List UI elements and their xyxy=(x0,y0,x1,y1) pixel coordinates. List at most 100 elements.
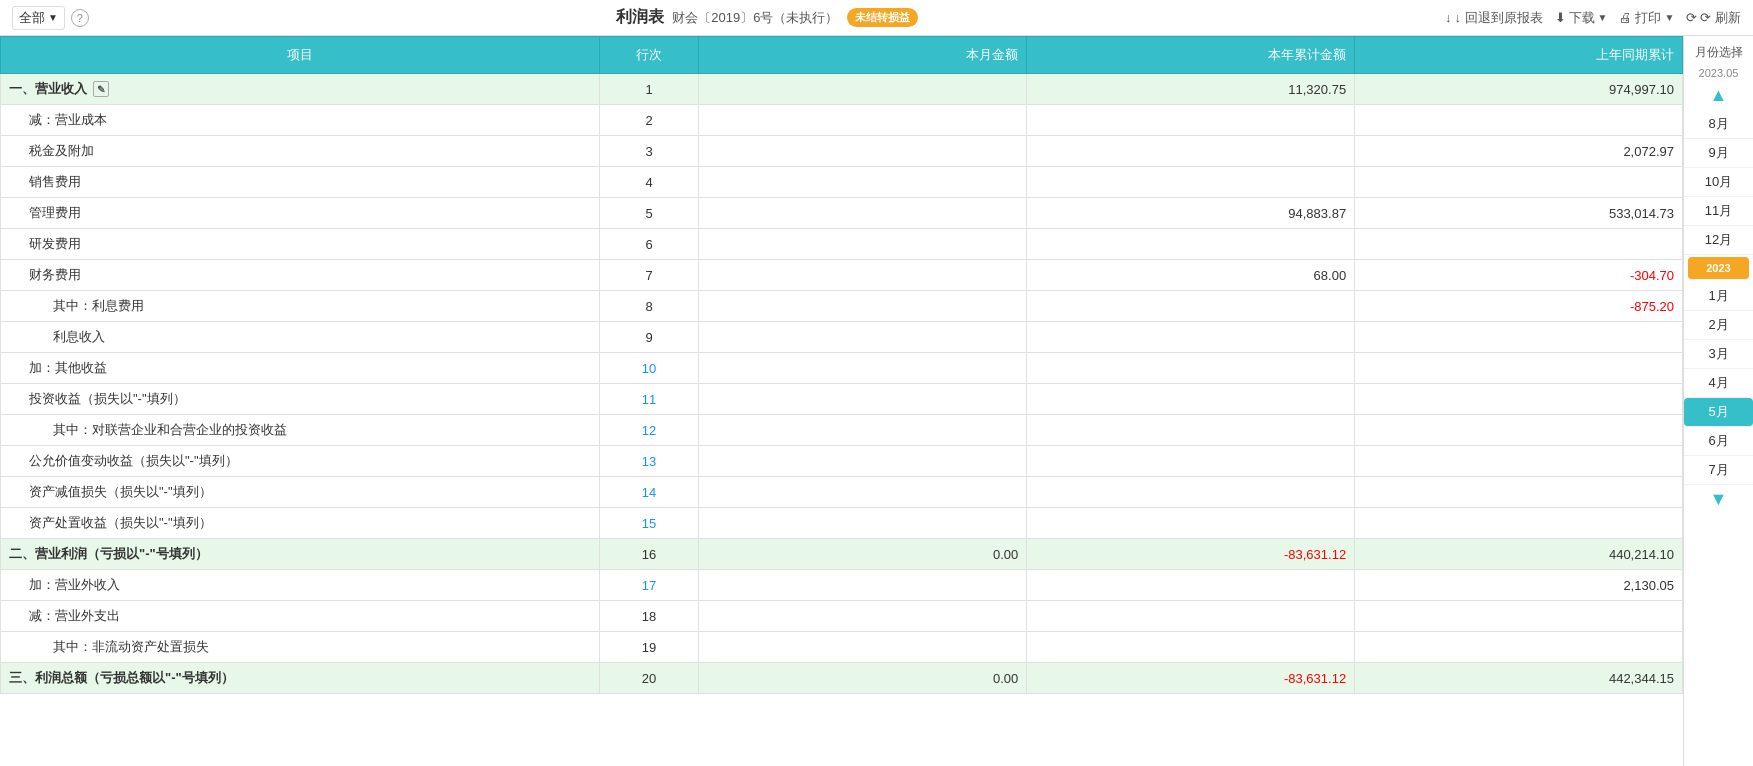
badge-unreleased[interactable]: 未结转损益 xyxy=(847,8,918,27)
cell-item: 减：营业外支出 xyxy=(1,601,600,632)
month-item[interactable]: 12月 xyxy=(1684,226,1753,255)
download-label: 下载 xyxy=(1569,9,1595,27)
cell-year xyxy=(1027,105,1355,136)
cell-month xyxy=(699,198,1027,229)
cell-row-num: 14 xyxy=(599,477,699,508)
cell-prev xyxy=(1355,229,1683,260)
refresh-button[interactable]: ⟳ ⟳ 刷新 xyxy=(1686,9,1741,27)
cell-row-num: 20 xyxy=(599,663,699,694)
back-button[interactable]: ↓ ↓ 回退到原报表 xyxy=(1445,9,1543,27)
table-row: 税金及附加32,072.97 xyxy=(1,136,1683,167)
month-item[interactable]: 10月 xyxy=(1684,168,1753,197)
month-item[interactable]: 9月 xyxy=(1684,139,1753,168)
cell-year: 68.00 xyxy=(1027,260,1355,291)
cell-row-num: 19 xyxy=(599,632,699,663)
month-item[interactable]: 2023 xyxy=(1688,257,1749,280)
cell-row-num: 9 xyxy=(599,322,699,353)
table-row: 投资收益（损失以"-"填列）11 xyxy=(1,384,1683,415)
header-row: 行次 xyxy=(599,37,699,74)
cell-row-num: 10 xyxy=(599,353,699,384)
cell-prev xyxy=(1355,508,1683,539)
scope-dropdown-icon: ▼ xyxy=(48,12,58,23)
download-dropdown-icon: ▼ xyxy=(1598,12,1608,23)
edit-icon[interactable]: ✎ xyxy=(93,81,109,97)
table-row: 一、营业收入✎111,320.75974,997.10 xyxy=(1,74,1683,105)
cell-item: 管理费用 xyxy=(1,198,600,229)
cell-row-num: 16 xyxy=(599,539,699,570)
table-body: 一、营业收入✎111,320.75974,997.10减：营业成本2税金及附加3… xyxy=(1,74,1683,694)
cell-year xyxy=(1027,353,1355,384)
cell-item: 资产减值损失（损失以"-"填列） xyxy=(1,477,600,508)
cell-prev xyxy=(1355,601,1683,632)
cell-year xyxy=(1027,384,1355,415)
cell-year xyxy=(1027,229,1355,260)
header-year: 本年累计金额 xyxy=(1027,37,1355,74)
cell-item: 三、利润总额（亏损总额以"-"号填列） xyxy=(1,663,600,694)
table-row: 利息收入9 xyxy=(1,322,1683,353)
cell-prev xyxy=(1355,322,1683,353)
download-button[interactable]: ⬇ 下载 ▼ xyxy=(1555,9,1608,27)
cell-month xyxy=(699,322,1027,353)
month-item[interactable]: 7月 xyxy=(1684,456,1753,485)
cell-item: 资产处置收益（损失以"-"填列） xyxy=(1,508,600,539)
next-arrow[interactable]: ▼ xyxy=(1706,485,1732,514)
top-bar-right: ↓ ↓ 回退到原报表 ⬇ 下载 ▼ 🖨 打印 ▼ ⟳ ⟳ 刷新 xyxy=(1445,9,1741,27)
cell-year xyxy=(1027,415,1355,446)
cell-row-num: 1 xyxy=(599,74,699,105)
cell-year: -83,631.12 xyxy=(1027,663,1355,694)
cell-item: 财务费用 xyxy=(1,260,600,291)
cell-item: 其中：利息费用 xyxy=(1,291,600,322)
cell-row-num: 7 xyxy=(599,260,699,291)
top-bar-left: 全部 ▼ ? xyxy=(12,6,89,30)
cell-month xyxy=(699,601,1027,632)
cell-month xyxy=(699,508,1027,539)
cell-month xyxy=(699,74,1027,105)
cell-row-num: 5 xyxy=(599,198,699,229)
cell-item: 二、营业利润（亏损以"-"号填列） xyxy=(1,539,600,570)
month-item[interactable]: 8月 xyxy=(1684,110,1753,139)
header-month: 本月金额 xyxy=(699,37,1027,74)
month-item[interactable]: 5月 xyxy=(1684,398,1753,427)
cell-row-num: 13 xyxy=(599,446,699,477)
scope-select[interactable]: 全部 ▼ xyxy=(12,6,65,30)
table-row: 其中：非流动资产处置损失19 xyxy=(1,632,1683,663)
table-row: 加：其他收益10 xyxy=(1,353,1683,384)
cell-year: -83,631.12 xyxy=(1027,539,1355,570)
table-row: 减：营业成本2 xyxy=(1,105,1683,136)
print-button[interactable]: 🖨 打印 ▼ xyxy=(1619,9,1674,27)
prev-arrow[interactable]: ▲ xyxy=(1706,81,1732,110)
month-item[interactable]: 3月 xyxy=(1684,340,1753,369)
cell-year xyxy=(1027,508,1355,539)
cell-year: 94,883.87 xyxy=(1027,198,1355,229)
month-item[interactable]: 4月 xyxy=(1684,369,1753,398)
main-content: 项目 行次 本月金额 本年累计金额 上年同期累计 一、营业收入✎111,320.… xyxy=(0,36,1753,766)
print-icon: 🖨 xyxy=(1619,10,1632,25)
cell-year xyxy=(1027,570,1355,601)
month-item[interactable]: 1月 xyxy=(1684,282,1753,311)
cell-month: 0.00 xyxy=(699,539,1027,570)
cell-item: 加：其他收益 xyxy=(1,353,600,384)
table-row: 三、利润总额（亏损总额以"-"号填列）200.00-83,631.12442,3… xyxy=(1,663,1683,694)
month-item[interactable]: 11月 xyxy=(1684,197,1753,226)
cell-month xyxy=(699,229,1027,260)
cell-month xyxy=(699,570,1027,601)
cell-item: 税金及附加 xyxy=(1,136,600,167)
cell-prev xyxy=(1355,105,1683,136)
cell-prev xyxy=(1355,477,1683,508)
help-icon[interactable]: ? xyxy=(71,9,89,27)
cell-month xyxy=(699,167,1027,198)
month-item[interactable]: 6月 xyxy=(1684,427,1753,456)
cell-row-num: 6 xyxy=(599,229,699,260)
cell-item: 其中：对联营企业和合营企业的投资收益 xyxy=(1,415,600,446)
table-row: 其中：利息费用8-875.20 xyxy=(1,291,1683,322)
table-row: 管理费用594,883.87533,014.73 xyxy=(1,198,1683,229)
sidebar-title: 月份选择 xyxy=(1695,40,1743,65)
header-item: 项目 xyxy=(1,37,600,74)
cell-year xyxy=(1027,291,1355,322)
month-item[interactable]: 2月 xyxy=(1684,311,1753,340)
cell-month xyxy=(699,353,1027,384)
cell-prev: 2,130.05 xyxy=(1355,570,1683,601)
cell-month xyxy=(699,105,1027,136)
report-title: 利润表 xyxy=(616,7,664,28)
table-row: 资产处置收益（损失以"-"填列）15 xyxy=(1,508,1683,539)
